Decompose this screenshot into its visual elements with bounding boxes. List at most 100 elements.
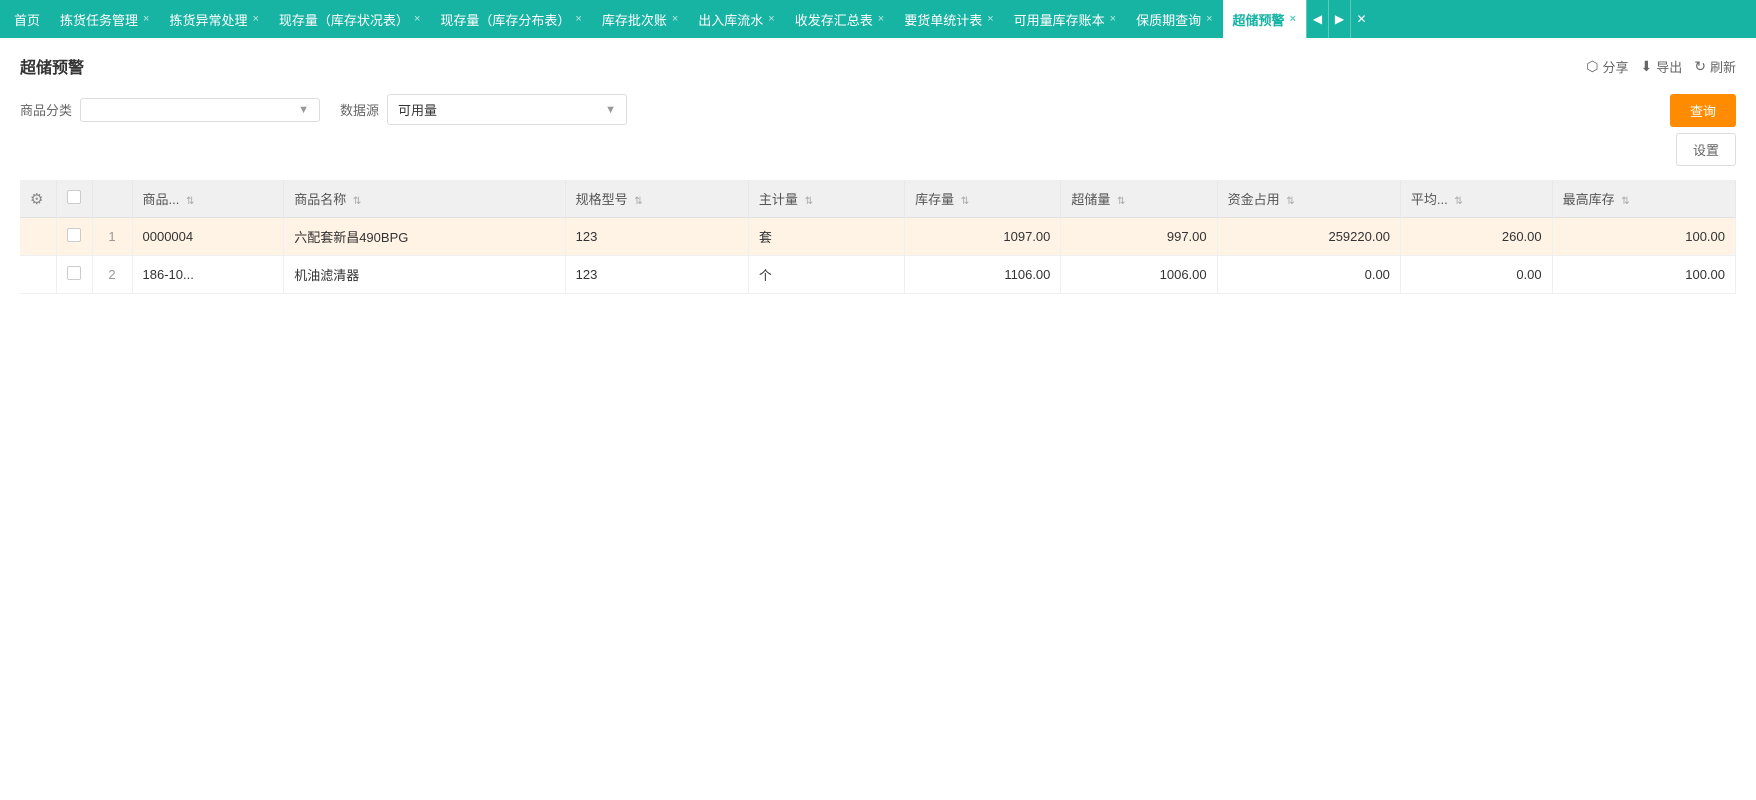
table-row: 1 0000004 六配套新昌490BPG 123 套 1097.00 997.… — [20, 218, 1736, 256]
row2-avg: 0.00 — [1400, 256, 1552, 294]
col-header-unit[interactable]: 主计量 ⇅ — [748, 180, 904, 218]
nav-item-stock-dist[interactable]: 现存量（库存分布表） × — [430, 0, 591, 38]
row1-capital: 259220.00 — [1217, 218, 1400, 256]
sort-icon-spec: ⇅ — [634, 196, 642, 207]
table-body: 1 0000004 六配套新昌490BPG 123 套 1097.00 997.… — [20, 218, 1736, 294]
product-category-group: 商品分类 ▼ — [20, 98, 320, 122]
nav-item-overstock[interactable]: 超储预警 × — [1223, 0, 1306, 38]
nav-item-abnormal[interactable]: 拣货异常处理 × — [159, 0, 268, 38]
nav-prev-arrow[interactable]: ◀ — [1306, 0, 1328, 38]
action-buttons: 查询 设置 — [1670, 94, 1736, 166]
row1-product-name: 六配套新昌490BPG — [284, 218, 565, 256]
col-header-check — [56, 180, 92, 218]
close-tab-inout[interactable]: × — [768, 13, 774, 25]
close-tab-collect[interactable]: × — [878, 13, 884, 25]
main-content: 超储预警 ⬡ 分享 ⬇ 导出 ↻ 刷新 商品分类 ▼ — [0, 38, 1756, 800]
row2-max-stock: 100.00 — [1552, 256, 1735, 294]
refresh-icon: ↻ — [1694, 58, 1706, 75]
nav-next-arrow[interactable]: ▶ — [1328, 0, 1350, 38]
export-button[interactable]: ⬇ 导出 — [1641, 57, 1683, 76]
top-navigation: 首页 拣货任务管理 × 拣货异常处理 × 现存量（库存状况表） × 现存量（库存… — [0, 0, 1756, 38]
share-button[interactable]: ⬡ 分享 — [1586, 57, 1628, 76]
close-tab-order-stat[interactable]: × — [987, 13, 993, 25]
table-row: 2 186-10... 机油滤清器 123 个 1106.00 1006.00 … — [20, 256, 1736, 294]
row1-num: 1 — [92, 218, 132, 256]
close-tab-stock-dist[interactable]: × — [575, 13, 581, 25]
row2-num: 2 — [92, 256, 132, 294]
row2-product-code: 186-10... — [132, 256, 284, 294]
nav-item-inout[interactable]: 出入库流水 × — [688, 0, 784, 38]
sort-icon-product-name: ⇅ — [353, 196, 361, 207]
row1-overstock: 997.00 — [1061, 218, 1217, 256]
nav-item-home[interactable]: 首页 — [4, 0, 50, 38]
col-header-product-name[interactable]: 商品名称 ⇅ — [284, 180, 565, 218]
row2-overstock: 1006.00 — [1061, 256, 1217, 294]
data-source-arrow: ▼ — [605, 104, 616, 116]
share-icon: ⬡ — [1586, 58, 1598, 75]
nav-item-collect[interactable]: 收发存汇总表 × — [785, 0, 894, 38]
close-tab-available[interactable]: × — [1110, 13, 1116, 25]
query-button[interactable]: 查询 — [1670, 94, 1736, 127]
row1-avg: 260.00 — [1400, 218, 1552, 256]
sort-icon-unit: ⇅ — [805, 196, 813, 207]
data-table: ⚙ 商品... ⇅ 商品名称 ⇅ 规格型号 ⇅ — [20, 180, 1736, 294]
row1-checkbox[interactable] — [67, 228, 81, 242]
col-header-spec[interactable]: 规格型号 ⇅ — [565, 180, 748, 218]
row2-stock: 1106.00 — [905, 256, 1061, 294]
row1-spec: 123 — [565, 218, 748, 256]
data-source-select[interactable]: 可用量 ▼ — [387, 94, 627, 125]
row2-gear-cell — [20, 256, 56, 294]
sort-icon-product-code: ⇅ — [186, 196, 194, 207]
row2-product-name: 机油滤清器 — [284, 256, 565, 294]
sort-icon-overstock: ⇅ — [1117, 196, 1125, 207]
nav-close-all[interactable]: ✕ — [1350, 0, 1372, 38]
col-header-overstock[interactable]: 超储量 ⇅ — [1061, 180, 1217, 218]
close-tab-abnormal[interactable]: × — [252, 13, 258, 25]
nav-item-task-mgmt[interactable]: 拣货任务管理 × — [50, 0, 159, 38]
data-source-value: 可用量 — [398, 100, 437, 119]
nav-item-expiry[interactable]: 保质期查询 × — [1126, 0, 1222, 38]
page-header: 超储预警 ⬡ 分享 ⬇ 导出 ↻ 刷新 — [20, 54, 1736, 78]
data-source-group: 数据源 可用量 ▼ — [340, 94, 627, 125]
col-header-stock[interactable]: 库存量 ⇅ — [905, 180, 1061, 218]
refresh-button[interactable]: ↻ 刷新 — [1694, 57, 1736, 76]
col-header-gear: ⚙ — [20, 180, 56, 218]
row1-gear-cell — [20, 218, 56, 256]
close-tab-batch[interactable]: × — [672, 13, 678, 25]
close-tab-stock-status[interactable]: × — [414, 13, 420, 25]
nav-item-available[interactable]: 可用量库存账本 × — [1004, 0, 1126, 38]
row2-checkbox[interactable] — [67, 266, 81, 280]
page-title: 超储预警 — [20, 54, 84, 78]
close-tab-expiry[interactable]: × — [1206, 13, 1212, 25]
row1-stock: 1097.00 — [905, 218, 1061, 256]
row2-unit: 个 — [748, 256, 904, 294]
close-tab-overstock[interactable]: × — [1290, 13, 1296, 25]
nav-item-batch[interactable]: 库存批次账 × — [592, 0, 688, 38]
sort-icon-avg: ⇅ — [1454, 196, 1462, 207]
close-tab-task-mgmt[interactable]: × — [143, 13, 149, 25]
export-icon: ⬇ — [1641, 58, 1653, 75]
filter-inputs: 商品分类 ▼ 数据源 可用量 ▼ — [20, 94, 1650, 125]
settings-button[interactable]: 设置 — [1676, 133, 1736, 166]
sort-icon-max-stock: ⇅ — [1621, 196, 1629, 207]
product-category-label: 商品分类 — [20, 100, 72, 119]
nav-item-stock-status[interactable]: 现存量（库存状况表） × — [269, 0, 430, 38]
filter-area: 商品分类 ▼ 数据源 可用量 ▼ 查询 设置 — [20, 94, 1736, 166]
row2-spec: 123 — [565, 256, 748, 294]
nav-item-order-stat[interactable]: 要货单统计表 × — [894, 0, 1003, 38]
col-header-product-code[interactable]: 商品... ⇅ — [132, 180, 284, 218]
table-header: ⚙ 商品... ⇅ 商品名称 ⇅ 规格型号 ⇅ — [20, 180, 1736, 218]
col-header-capital[interactable]: 资金占用 ⇅ — [1217, 180, 1400, 218]
row1-product-code: 0000004 — [132, 218, 284, 256]
sort-icon-capital: ⇅ — [1286, 196, 1294, 207]
col-header-max-stock[interactable]: 最高库存 ⇅ — [1552, 180, 1735, 218]
select-all-checkbox[interactable] — [67, 190, 81, 204]
row1-max-stock: 100.00 — [1552, 218, 1735, 256]
row2-capital: 0.00 — [1217, 256, 1400, 294]
col-header-avg[interactable]: 平均... ⇅ — [1400, 180, 1552, 218]
header-actions: ⬡ 分享 ⬇ 导出 ↻ 刷新 — [1586, 57, 1736, 76]
product-category-arrow: ▼ — [298, 104, 309, 116]
row1-check-cell — [56, 218, 92, 256]
table-gear-icon[interactable]: ⚙ — [30, 191, 43, 208]
product-category-select[interactable]: ▼ — [80, 98, 320, 122]
